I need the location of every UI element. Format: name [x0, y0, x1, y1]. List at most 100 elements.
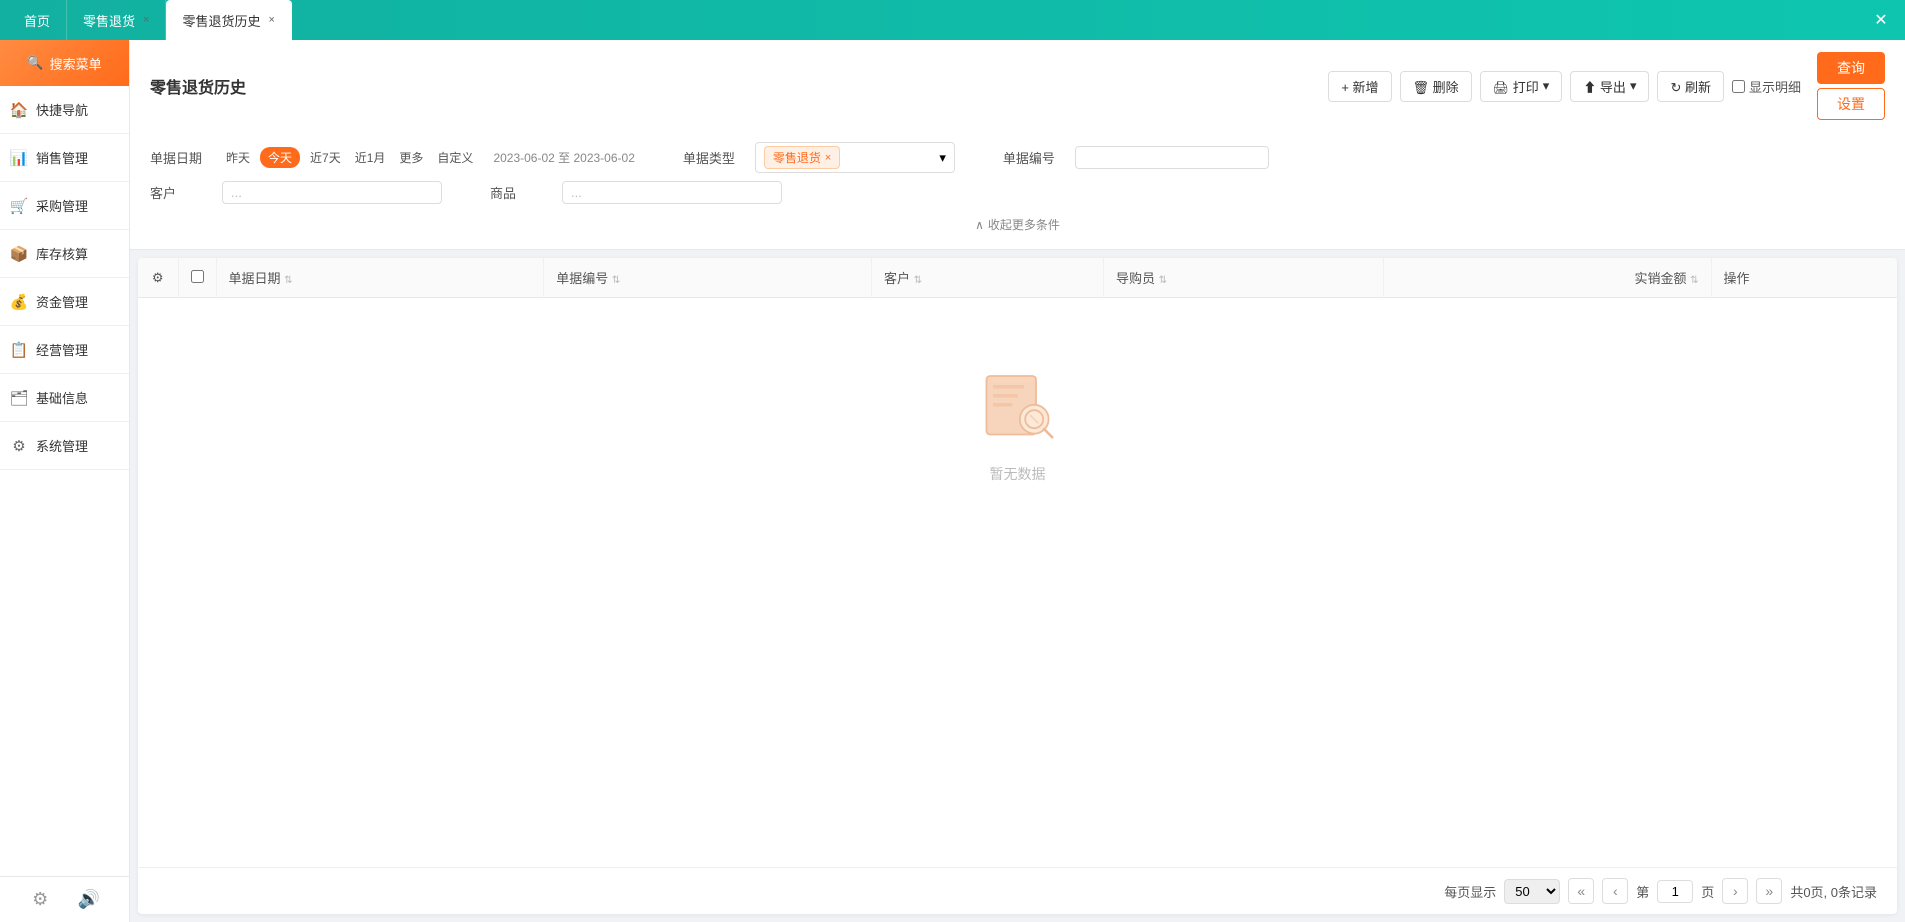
basic-info-icon: 🗂 — [10, 389, 28, 407]
date-options: 昨天 今天 近7天 近1月 更多 自定义 — [222, 147, 477, 168]
page-label: 第 — [1636, 882, 1649, 901]
empty-text: 暂无数据 — [990, 464, 1046, 484]
search-menu-label: 搜索菜单 — [50, 54, 102, 73]
tab-retail-history-label: 零售退货历史 — [182, 11, 260, 30]
sidebar-bottom: ⚙ 🔊 — [0, 876, 129, 922]
date-label: 单据日期 — [150, 148, 206, 167]
date-option-7days[interactable]: 近7天 — [306, 147, 345, 168]
th-number: 单据编号 ⇅ — [544, 258, 872, 298]
print-dropdown-icon: ▾ — [1543, 78, 1550, 94]
sidebar-item-sales-label: 销售管理 — [36, 148, 88, 167]
query-button[interactable]: 查询 — [1817, 52, 1885, 84]
th-customer: 客户 ⇅ — [871, 258, 1103, 298]
tab-retail-history[interactable]: 零售退货历史 × — [166, 0, 291, 40]
sidebar-item-purchase-label: 采购管理 — [36, 196, 88, 215]
th-date-label: 单据日期 — [229, 271, 281, 286]
date-option-custom[interactable]: 自定义 — [433, 147, 477, 168]
sidebar-item-basic-info-label: 基础信息 — [36, 388, 88, 407]
empty-state: 暂无数据 — [138, 298, 1897, 544]
filter-area: 单据日期 昨天 今天 近7天 近1月 更多 自定义 2023-06-02 至 2… — [150, 132, 1885, 249]
refresh-button[interactable]: ↻ 刷新 — [1657, 71, 1724, 102]
th-amount-label: 实销金额 — [1635, 271, 1687, 286]
tab-retail-return-close[interactable]: × — [143, 14, 149, 26]
th-guide-label: 导购员 — [1116, 271, 1155, 286]
export-button[interactable]: ⬆ 导出 ▾ — [1570, 71, 1649, 102]
customer-label: 客户 — [150, 183, 206, 202]
last-page-button[interactable]: » — [1756, 878, 1782, 904]
search-menu-button[interactable]: 🔍 搜索菜单 — [0, 40, 129, 86]
search-icon: 🔍 — [27, 55, 43, 71]
page-title: 零售退货历史 — [150, 74, 246, 98]
th-settings[interactable]: ⚙ — [138, 258, 178, 298]
filter-row-1: 单据日期 昨天 今天 近7天 近1月 更多 自定义 2023-06-02 至 2… — [150, 142, 1885, 173]
page-unit: 页 — [1701, 882, 1714, 901]
main-content: 零售退货历史 + 新增 🗑 删除 🖨 打印 ▾ ⬆ 导出 ▾ — [130, 40, 1905, 922]
sales-icon: 📊 — [10, 149, 28, 167]
sort-number-icon[interactable]: ⇅ — [612, 275, 620, 286]
type-label: 单据类型 — [683, 148, 739, 167]
export-dropdown-icon: ▾ — [1630, 78, 1637, 94]
first-page-button[interactable]: « — [1568, 878, 1594, 904]
gear-icon: ⚙ — [152, 270, 164, 285]
delete-button[interactable]: 🗑 删除 — [1400, 71, 1472, 102]
page-header: 零售退货历史 + 新增 🗑 删除 🖨 打印 ▾ ⬆ 导出 ▾ — [130, 40, 1905, 250]
sidebar-item-basic-info[interactable]: 🗂 基础信息 — [0, 374, 129, 422]
print-button[interactable]: 🖨 打印 ▾ — [1480, 71, 1563, 102]
inventory-icon: 📦 — [10, 245, 28, 263]
sort-date-icon[interactable]: ⇅ — [284, 275, 292, 286]
per-page-label: 每页显示 — [1444, 882, 1496, 901]
home-icon: 🏠 — [10, 101, 28, 119]
th-action-label: 操作 — [1724, 271, 1750, 286]
toolbar: + 新增 🗑 删除 🖨 打印 ▾ ⬆ 导出 ▾ ↻ 刷新 — [1328, 52, 1885, 120]
table-container: ⚙ 单据日期 ⇅ 单据编号 ⇅ — [138, 258, 1897, 867]
show-detail-checkbox[interactable] — [1732, 80, 1745, 93]
per-page-select[interactable]: 10 20 50 100 — [1504, 879, 1560, 904]
add-button[interactable]: + 新增 — [1328, 71, 1391, 102]
window-close-button[interactable]: ✕ — [1873, 12, 1889, 28]
sound-bottom-icon[interactable]: 🔊 — [75, 886, 103, 914]
settings-bottom-icon[interactable]: ⚙ — [26, 886, 54, 914]
settings-button[interactable]: 设置 — [1817, 88, 1885, 120]
show-detail-checkbox-label[interactable]: 显示明细 — [1732, 77, 1801, 96]
date-option-today[interactable]: 今天 — [260, 147, 300, 168]
sidebar-item-finance[interactable]: 💰 资金管理 — [0, 278, 129, 326]
sidebar-item-inventory[interactable]: 📦 库存核算 — [0, 230, 129, 278]
system-icon: ⚙ — [10, 437, 28, 455]
doc-num-label: 单据编号 — [1003, 148, 1059, 167]
sidebar-item-quick-nav[interactable]: 🏠 快捷导航 — [0, 86, 129, 134]
type-select[interactable]: 零售退货 × ▾ — [755, 142, 955, 173]
top-bar-right: ✕ — [1873, 12, 1905, 28]
sort-amount-icon[interactable]: ⇅ — [1690, 275, 1698, 286]
th-checkbox[interactable] — [178, 258, 216, 298]
main-layout: 🔍 搜索菜单 🏠 快捷导航 📊 销售管理 🛒 采购管理 📦 库存核算 💰 — [0, 40, 1905, 922]
tab-home[interactable]: 首页 — [8, 0, 67, 40]
tab-retail-return-label: 零售退货 — [83, 11, 135, 30]
th-customer-label: 客户 — [884, 271, 910, 286]
sidebar-item-system[interactable]: ⚙ 系统管理 — [0, 422, 129, 470]
type-tag-close[interactable]: × — [825, 152, 831, 164]
select-all-checkbox[interactable] — [191, 270, 204, 283]
prev-page-button[interactable]: ‹ — [1602, 878, 1628, 904]
sidebar-item-operations[interactable]: 📋 经营管理 — [0, 326, 129, 374]
sidebar-item-sales[interactable]: 📊 销售管理 — [0, 134, 129, 182]
page-number-input[interactable] — [1657, 880, 1693, 903]
date-option-more[interactable]: 更多 — [395, 147, 427, 168]
goods-label: 商品 — [490, 183, 546, 202]
data-table: ⚙ 单据日期 ⇅ 单据编号 ⇅ — [138, 258, 1897, 298]
date-option-yesterday[interactable]: 昨天 — [222, 147, 254, 168]
tab-retail-return[interactable]: 零售退货 × — [67, 0, 166, 40]
total-label: 共0页, 0条记录 — [1790, 882, 1877, 901]
sort-customer-icon[interactable]: ⇅ — [914, 275, 922, 286]
empty-icon — [973, 358, 1063, 448]
next-page-button[interactable]: › — [1722, 878, 1748, 904]
goods-input[interactable]: ... — [562, 181, 782, 204]
th-number-label: 单据编号 — [556, 271, 608, 286]
tab-retail-history-close[interactable]: × — [268, 14, 274, 26]
collapse-button[interactable]: ∧ 收起更多条件 — [975, 216, 1060, 233]
type-select-arrow: ▾ — [939, 150, 946, 166]
date-option-1month[interactable]: 近1月 — [351, 147, 390, 168]
sort-guide-icon[interactable]: ⇅ — [1159, 275, 1167, 286]
doc-num-input[interactable] — [1075, 146, 1269, 169]
customer-input[interactable]: ... — [222, 181, 442, 204]
sidebar-item-purchase[interactable]: 🛒 采购管理 — [0, 182, 129, 230]
